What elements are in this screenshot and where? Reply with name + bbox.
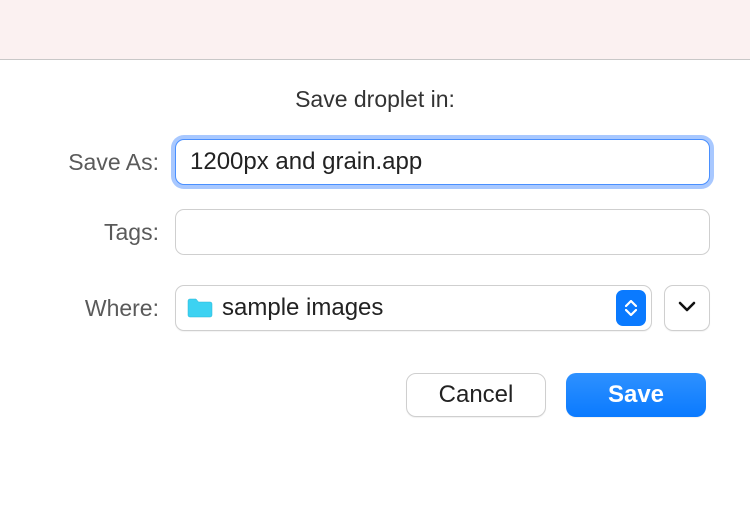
where-value-text: sample images	[222, 294, 616, 322]
expand-toggle-button[interactable]	[664, 285, 710, 331]
up-down-arrows-icon	[616, 290, 646, 326]
save-button[interactable]: Save	[566, 373, 706, 417]
dialog-title: Save droplet in:	[40, 86, 710, 113]
tags-row: Tags:	[40, 209, 710, 255]
save-dialog: Save droplet in: Save As: Tags: Where: s…	[0, 60, 750, 417]
where-select[interactable]: sample images	[175, 285, 652, 331]
where-label: Where:	[40, 295, 175, 322]
save-as-row: Save As:	[40, 139, 710, 185]
tags-input[interactable]	[175, 209, 710, 255]
save-as-label: Save As:	[40, 149, 175, 176]
cancel-button[interactable]: Cancel	[406, 373, 546, 417]
folder-icon	[186, 297, 214, 319]
window-header-strip	[0, 0, 750, 60]
tags-label: Tags:	[40, 219, 175, 246]
where-row: Where: sample images	[40, 285, 710, 331]
chevron-down-icon	[678, 299, 696, 317]
save-as-input[interactable]	[175, 139, 710, 185]
dialog-button-row: Cancel Save	[40, 373, 710, 417]
